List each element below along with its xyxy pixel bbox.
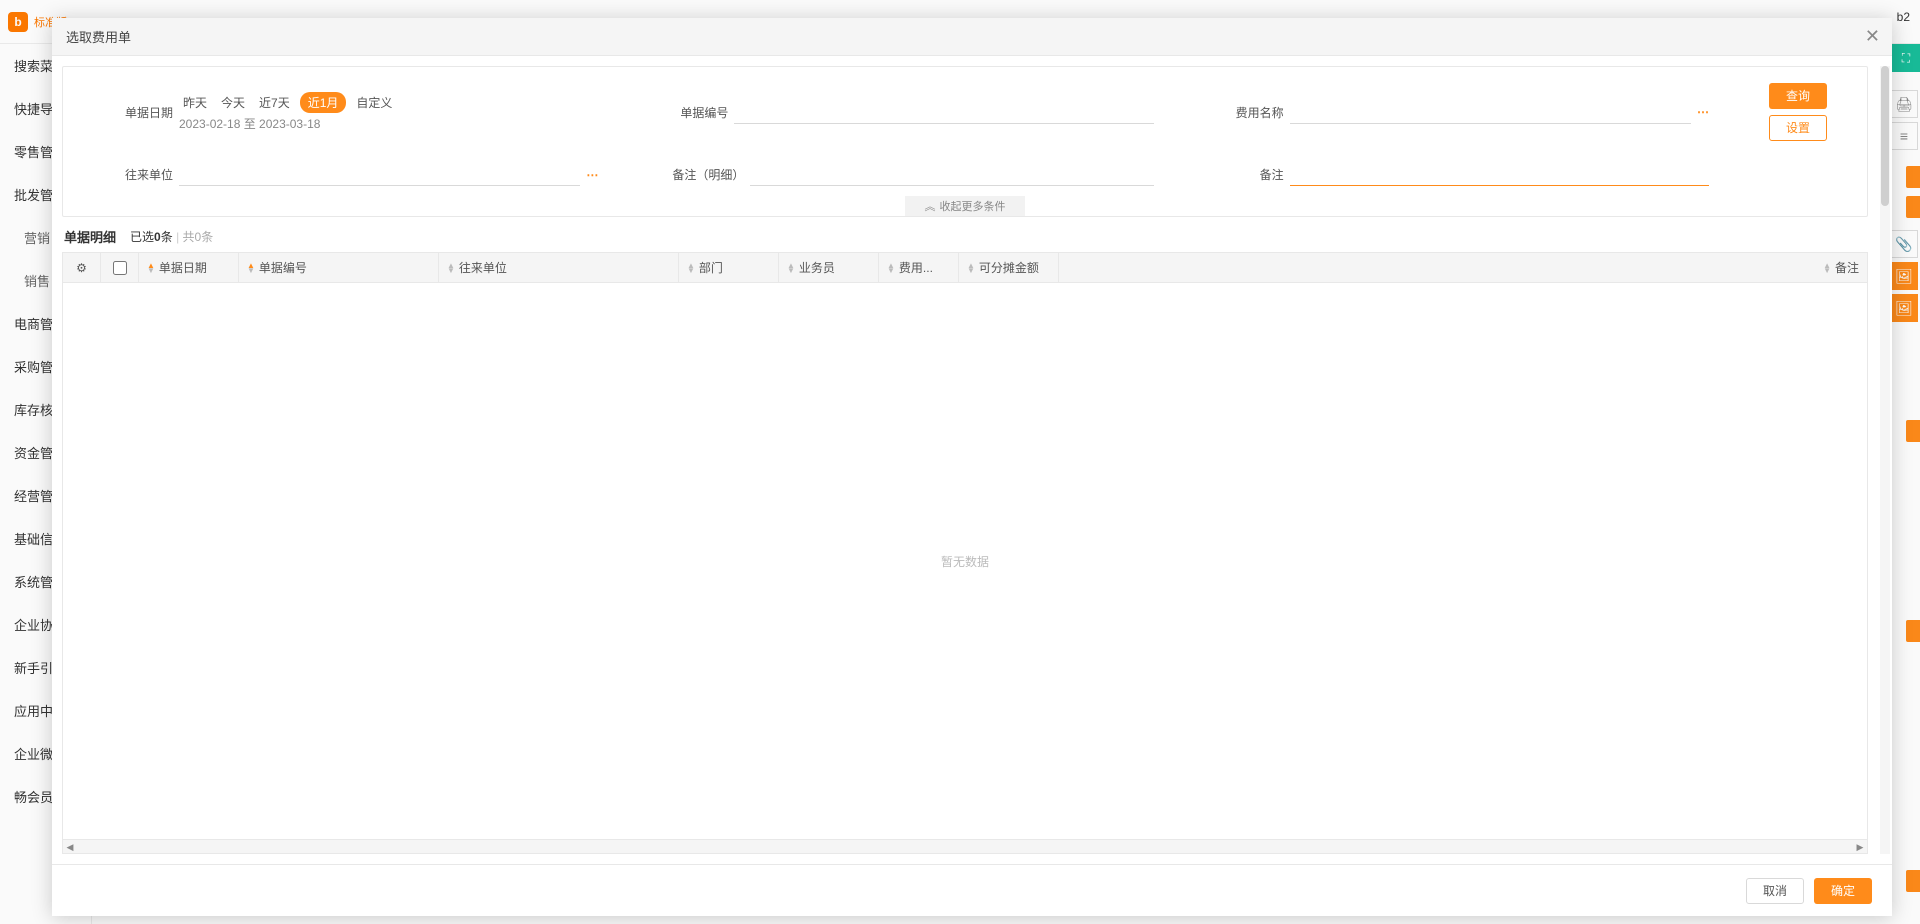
inner-scrollbar[interactable] xyxy=(1880,66,1890,854)
column-expense[interactable]: ▲▼ 费用... xyxy=(879,253,959,282)
column-operator[interactable]: ▲▼ 业务员 xyxy=(779,253,879,282)
table-hscroll[interactable]: ◀ ▶ xyxy=(63,839,1867,853)
column-docno[interactable]: ▲▼ 单据编号 xyxy=(239,253,439,282)
expense-name-input[interactable] xyxy=(1290,101,1691,124)
collapse-filters[interactable]: ︽ 收起更多条件 xyxy=(905,196,1025,216)
scroll-left-icon[interactable]: ◀ xyxy=(63,840,77,854)
column-alloc-amount[interactable]: ▲▼ 可分摊金额 xyxy=(959,253,1059,282)
col-alloc-label: 可分摊金额 xyxy=(979,259,1039,276)
modal-footer: 取消 确定 xyxy=(52,864,1892,916)
filter-remark-detail: 备注（明细） xyxy=(658,163,1153,186)
close-icon[interactable]: ✕ xyxy=(1865,26,1880,47)
column-select-all[interactable] xyxy=(101,253,139,282)
col-date-label: 单据日期 xyxy=(159,259,207,276)
details-head: 单据明细 已选0条 | 共0条 xyxy=(62,217,1868,252)
preset-yesterday[interactable]: 昨天 xyxy=(179,92,211,113)
column-settings[interactable]: ⚙ xyxy=(63,253,101,282)
filter-partner: 往来单位 ⋯ xyxy=(103,163,598,186)
modal-body: 单据日期 昨天 今天 近7天 近1月 自定义 2023-02-18 至 2023… xyxy=(52,56,1892,864)
filter-expense-name: 费用名称 ⋯ xyxy=(1214,83,1709,141)
collapse-label: 收起更多条件 xyxy=(940,198,1006,214)
column-partner[interactable]: ▲▼ 往来单位 xyxy=(439,253,679,282)
filter-date: 单据日期 昨天 今天 近7天 近1月 自定义 2023-02-18 至 2023… xyxy=(103,83,598,141)
date-range-text: 2023-02-18 至 2023-03-18 xyxy=(179,115,396,132)
preset-custom[interactable]: 自定义 xyxy=(352,92,396,113)
remark-detail-input[interactable] xyxy=(750,163,1153,186)
preset-today[interactable]: 今天 xyxy=(217,92,249,113)
settings-button[interactable]: 设置 xyxy=(1769,115,1827,141)
modal-header: 选取费用单 ✕ xyxy=(52,18,1892,56)
remark-input[interactable] xyxy=(1290,163,1709,186)
table-header: ⚙ ▲▼ 单据日期 ▲▼ 单据编号 ▲▼ 往来单位 xyxy=(63,253,1867,283)
sel-prefix: 已选 xyxy=(130,230,154,244)
query-button[interactable]: 查询 xyxy=(1769,83,1827,109)
details-selected: 已选0条 | 共0条 xyxy=(130,228,213,245)
col-partner-label: 往来单位 xyxy=(459,259,507,276)
table-body-empty: 暂无数据 xyxy=(63,283,1867,839)
cancel-button[interactable]: 取消 xyxy=(1746,878,1804,904)
modal-overlay: 选取费用单 ✕ 单据日期 昨天 今天 近7天 xyxy=(0,0,1920,924)
docno-input[interactable] xyxy=(734,101,1153,124)
details-total: 共0条 xyxy=(183,230,214,244)
details-title: 单据明细 xyxy=(64,227,116,246)
sel-suffix: 条 xyxy=(161,230,173,244)
col-remark-label: 备注 xyxy=(1835,259,1859,276)
filter-expense-name-label: 费用名称 xyxy=(1214,104,1284,121)
filter-docno: 单据编号 xyxy=(658,83,1153,141)
ellipsis-icon[interactable]: ⋯ xyxy=(1697,105,1709,119)
filter-partner-label: 往来单位 xyxy=(103,166,173,183)
empty-text: 暂无数据 xyxy=(941,553,989,570)
modal-title: 选取费用单 xyxy=(66,27,131,46)
filter-remark-detail-label: 备注（明细） xyxy=(658,166,744,183)
filter-remark-label: 备注 xyxy=(1214,166,1284,183)
filter-docno-label: 单据编号 xyxy=(658,104,728,121)
details-table: ⚙ ▲▼ 单据日期 ▲▼ 单据编号 ▲▼ 往来单位 xyxy=(62,252,1868,854)
column-dept[interactable]: ▲▼ 部门 xyxy=(679,253,779,282)
filter-card: 单据日期 昨天 今天 近7天 近1月 自定义 2023-02-18 至 2023… xyxy=(62,66,1868,217)
gear-icon: ⚙ xyxy=(76,261,87,275)
select-all-checkbox[interactable] xyxy=(113,261,127,275)
ellipsis-icon[interactable]: ⋯ xyxy=(586,168,598,182)
preset-last1m[interactable]: 近1月 xyxy=(300,92,347,113)
filter-remark: 备注 xyxy=(1214,163,1709,186)
column-remark[interactable]: ▲▼ 备注 xyxy=(1059,253,1867,282)
col-docno-label: 单据编号 xyxy=(259,259,307,276)
filter-actions: 查询 设置 xyxy=(1769,83,1827,141)
col-dept-label: 部门 xyxy=(699,259,723,276)
filter-date-label: 单据日期 xyxy=(103,104,173,121)
chevron-up-icon: ︽ xyxy=(925,198,936,214)
scroll-right-icon[interactable]: ▶ xyxy=(1853,840,1867,854)
preset-last7[interactable]: 近7天 xyxy=(255,92,294,113)
partner-input[interactable] xyxy=(179,163,580,186)
sel-count: 0 xyxy=(154,230,161,244)
modal-select-expense: 选取费用单 ✕ 单据日期 昨天 今天 近7天 xyxy=(52,18,1892,916)
col-expense-label: 费用... xyxy=(899,259,933,276)
ok-button[interactable]: 确定 xyxy=(1814,878,1872,904)
scrollbar-thumb[interactable] xyxy=(1881,66,1889,206)
col-operator-label: 业务员 xyxy=(799,259,835,276)
column-date[interactable]: ▲▼ 单据日期 xyxy=(139,253,239,282)
